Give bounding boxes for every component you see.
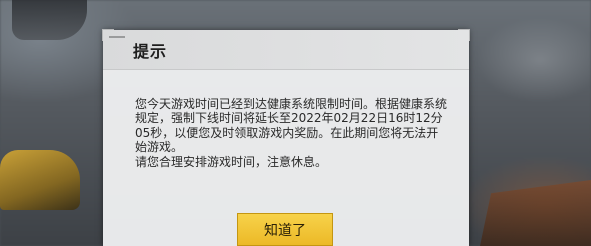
dialog-header: 提示 — [103, 30, 469, 70]
dialog-message: 您今天游戏时间已经到达健康系统限制时间。根据健康系统规定，强制下线时间将延长至2… — [135, 97, 448, 169]
background-car — [0, 150, 80, 210]
dialog-title: 提示 — [133, 42, 168, 61]
confirm-button[interactable]: 知道了 — [237, 213, 333, 246]
header-accent-decoration — [109, 36, 125, 38]
health-limit-dialog: 提示 您今天游戏时间已经到达健康系统限制时间。根据健康系统规定，强制下线时间将延… — [102, 29, 470, 246]
